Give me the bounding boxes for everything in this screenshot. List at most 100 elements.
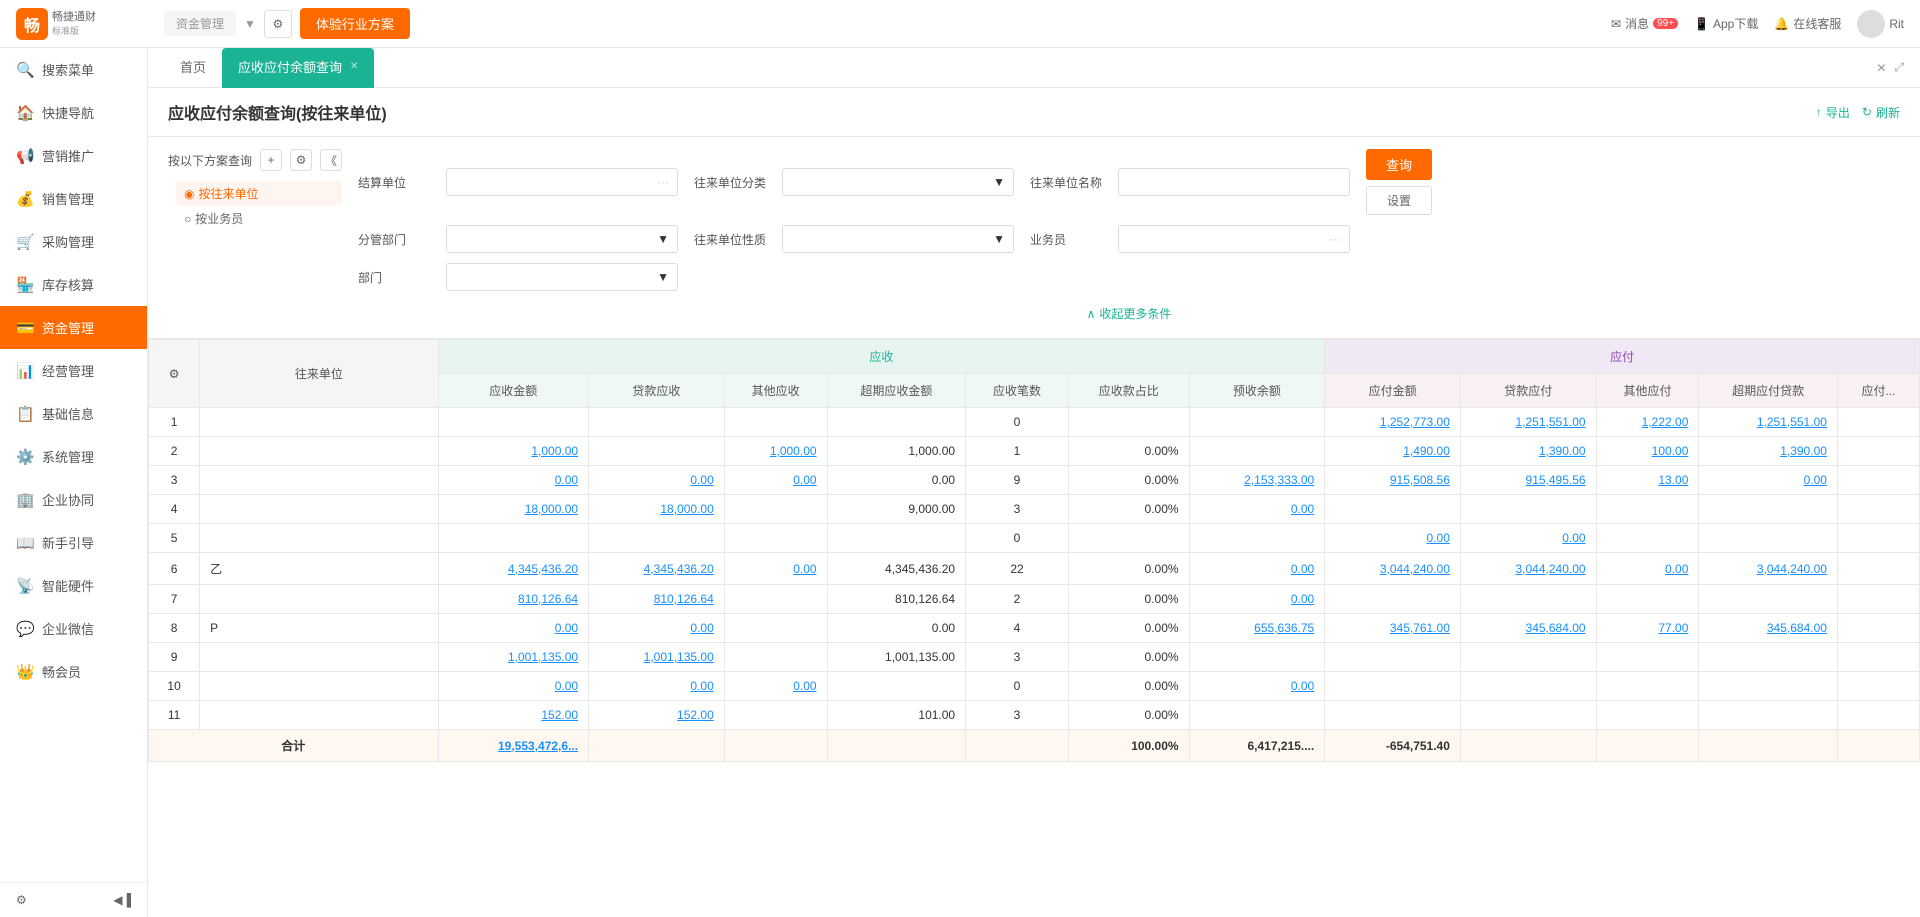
setting-btn[interactable]: 设置: [1366, 186, 1432, 215]
dept-select[interactable]: ▼: [446, 263, 678, 291]
laiwai-name-input[interactable]: [1118, 168, 1350, 196]
filter-schema-panel: 按以下方案查询 + ⚙ 《 ◉ 按往来单位 ○ 按业务员: [168, 149, 342, 231]
search-icon: 🔍: [16, 61, 34, 79]
breadcrumb-text: 资金管理: [164, 11, 236, 36]
table-row: 11152.00152.00101.0030.00%: [149, 701, 1920, 730]
sidebar-item-smart-hw[interactable]: 📡 智能硬件: [0, 564, 147, 607]
tab-home[interactable]: 首页: [164, 48, 222, 88]
sidebar-item-system[interactable]: ⚙️ 系统管理: [0, 435, 147, 478]
sidebar-item-search-menu[interactable]: 🔍 搜索菜单: [0, 48, 147, 91]
top-bar: 畅 畅捷通财 标准版 资金管理 ▼ ⚙ 体验行业方案 ✉ 消息 99+ 📱 Ap…: [0, 0, 1920, 48]
purchase-icon: 🛒: [16, 233, 34, 251]
logo-text-area: 畅捷通财 标准版: [52, 10, 96, 37]
sidebar-item-sales[interactable]: 💰 销售管理: [0, 177, 147, 220]
jiesuan-input[interactable]: ···: [446, 168, 678, 196]
laiwai-fenlei-select[interactable]: ▼: [782, 168, 1014, 196]
filter-add-btn[interactable]: +: [260, 149, 282, 171]
page-header-actions: ↑ 导出 ↻ 刷新: [1816, 104, 1900, 133]
tab-close-btn[interactable]: ✕: [350, 61, 358, 72]
sidebar-label-system: 系统管理: [42, 447, 94, 466]
home-icon: 🏠: [16, 104, 34, 122]
online-service-btn[interactable]: 🔔 在线客服: [1774, 15, 1841, 32]
table-footer-row: 合计 19,553,472,6... 100.00% 6,417,215....…: [149, 730, 1920, 762]
tab-ar-ap-label: 应收应付余额查询: [238, 57, 342, 76]
download-icon: 📱: [1694, 17, 1709, 31]
window-close-btn[interactable]: ✕: [1876, 61, 1886, 75]
online-service-label: 在线客服: [1793, 15, 1841, 32]
footer-ar-amount[interactable]: 19,553,472,6...: [438, 730, 589, 762]
sidebar-item-wechat[interactable]: 💬 企业微信: [0, 607, 147, 650]
window-expand-btn[interactable]: ⤢: [1894, 60, 1904, 75]
yewuyuan-input[interactable]: ···: [1118, 225, 1350, 253]
query-btn[interactable]: 查询: [1366, 149, 1432, 180]
sidebar-label-smart: 智能硬件: [42, 576, 94, 595]
chevron-down-icon-4: ▼: [657, 270, 669, 284]
sidebar-label-sales: 销售管理: [42, 189, 94, 208]
th-ar-overdue: 超期应收金额: [827, 374, 966, 408]
user-area[interactable]: Rit: [1857, 10, 1904, 38]
table-row: 101,252,773.001,251,551.001,222.001,251,…: [149, 408, 1920, 437]
sidebar-bottom: ⚙ ◀▐: [0, 882, 147, 917]
jiesuan-label: 结算单位: [358, 174, 438, 191]
top-bar-right: ✉ 消息 99+ 📱 App下载 🔔 在线客服 Rit: [1611, 10, 1904, 38]
wechat-icon: 💬: [16, 620, 34, 638]
export-label: 导出: [1826, 104, 1850, 121]
sidebar-item-inventory[interactable]: 🏪 库存核算: [0, 263, 147, 306]
filter-by-partner[interactable]: ◉ 按往来单位: [176, 181, 342, 206]
top-bar-center: 资金管理 ▼ ⚙ 体验行业方案: [164, 8, 1611, 39]
sidebar-item-guide[interactable]: 📖 新手引导: [0, 521, 147, 564]
field-dept: 部门 ▼: [358, 263, 678, 291]
salesperson-icon: ○: [184, 212, 191, 226]
filter-by-salesperson[interactable]: ○ 按业务员: [176, 206, 342, 231]
sidebar-item-enterprise[interactable]: 🏢 企业协同: [0, 478, 147, 521]
field-laiwai-name: 往来单位名称: [1030, 168, 1350, 196]
field-yewuyuan: 业务员 ···: [1030, 225, 1350, 253]
filter-settings-btn[interactable]: ⚙: [290, 149, 312, 171]
page-title: 应收应付余额查询(按往来单位): [168, 100, 387, 136]
filter-collapse-btn[interactable]: ∧ 收起更多条件: [358, 301, 1900, 326]
partner-icon: ◉: [184, 187, 194, 201]
app-download-btn[interactable]: 📱 App下载: [1694, 15, 1758, 32]
table-row: 21,000.001,000.001,000.0010.00%1,490.001…: [149, 437, 1920, 466]
app-logo: 畅: [16, 8, 48, 40]
xingzhi-select[interactable]: ▼: [782, 225, 1014, 253]
sidebar-item-member[interactable]: 👑 畅会员: [0, 650, 147, 693]
tab-ar-ap[interactable]: 应收应付余额查询 ✕: [222, 48, 374, 88]
xingzhi-label: 往来单位性质: [694, 231, 774, 248]
tab-home-label: 首页: [180, 57, 206, 76]
settings-gear-btn[interactable]: ⚙: [264, 10, 292, 38]
sidebar-item-marketing[interactable]: 📢 营销推广: [0, 134, 147, 177]
sidebar-item-basic[interactable]: 📋 基础信息: [0, 392, 147, 435]
collapse-arrow-icon: ∧: [1087, 307, 1096, 321]
th-gear[interactable]: ⚙: [149, 340, 200, 408]
tab-bar: 首页 应收应付余额查询 ✕ ✕ ⤢: [148, 48, 1920, 88]
th-ap-group: 应付: [1325, 340, 1920, 374]
footer-ar-other: [724, 730, 827, 762]
system-icon: ⚙️: [16, 448, 34, 466]
chevron-down-icon-2: ▼: [657, 232, 669, 246]
filter-collapse-arrow[interactable]: 《: [320, 149, 342, 171]
refresh-label: 刷新: [1876, 104, 1900, 121]
sidebar-settings-btn[interactable]: ⚙: [16, 893, 27, 907]
sidebar-item-quick-nav[interactable]: 🏠 快捷导航: [0, 91, 147, 134]
enterprise-icon: 🏢: [16, 491, 34, 509]
sidebar-collapse-btn[interactable]: ◀▐: [113, 893, 131, 907]
solution-button[interactable]: 体验行业方案: [300, 8, 410, 39]
filter-area: 按以下方案查询 + ⚙ 《 ◉ 按往来单位 ○ 按业务员: [148, 137, 1920, 339]
table-row: 7810,126.64810,126.64810,126.6420.00%0.0…: [149, 585, 1920, 614]
th-ap-overdue: 超期应付贷款: [1699, 374, 1838, 408]
filter-fields-panel: 结算单位 ··· 往来单位分类 ▼: [358, 149, 1900, 326]
table-row: 30.000.000.000.0090.00%2,153,333.00915,5…: [149, 466, 1920, 495]
sidebar-item-purchase[interactable]: 🛒 采购管理: [0, 220, 147, 263]
export-btn[interactable]: ↑ 导出: [1816, 104, 1850, 121]
fenguan-select[interactable]: ▼: [446, 225, 678, 253]
sidebar-label-quicknav: 快捷导航: [42, 103, 94, 122]
sidebar-item-finance[interactable]: 💳 资金管理: [0, 306, 147, 349]
messages-btn[interactable]: ✉ 消息 99+: [1611, 15, 1678, 32]
footer-ar-prepay: 6,417,215....: [1189, 730, 1325, 762]
nav-dropdown-arrow[interactable]: ▼: [244, 17, 256, 31]
filter-options: ◉ 按往来单位 ○ 按业务员: [176, 181, 342, 231]
sidebar-item-operation[interactable]: 📊 经营管理: [0, 349, 147, 392]
footer-label: 合计: [149, 730, 439, 762]
refresh-btn[interactable]: ↻ 刷新: [1862, 104, 1900, 121]
